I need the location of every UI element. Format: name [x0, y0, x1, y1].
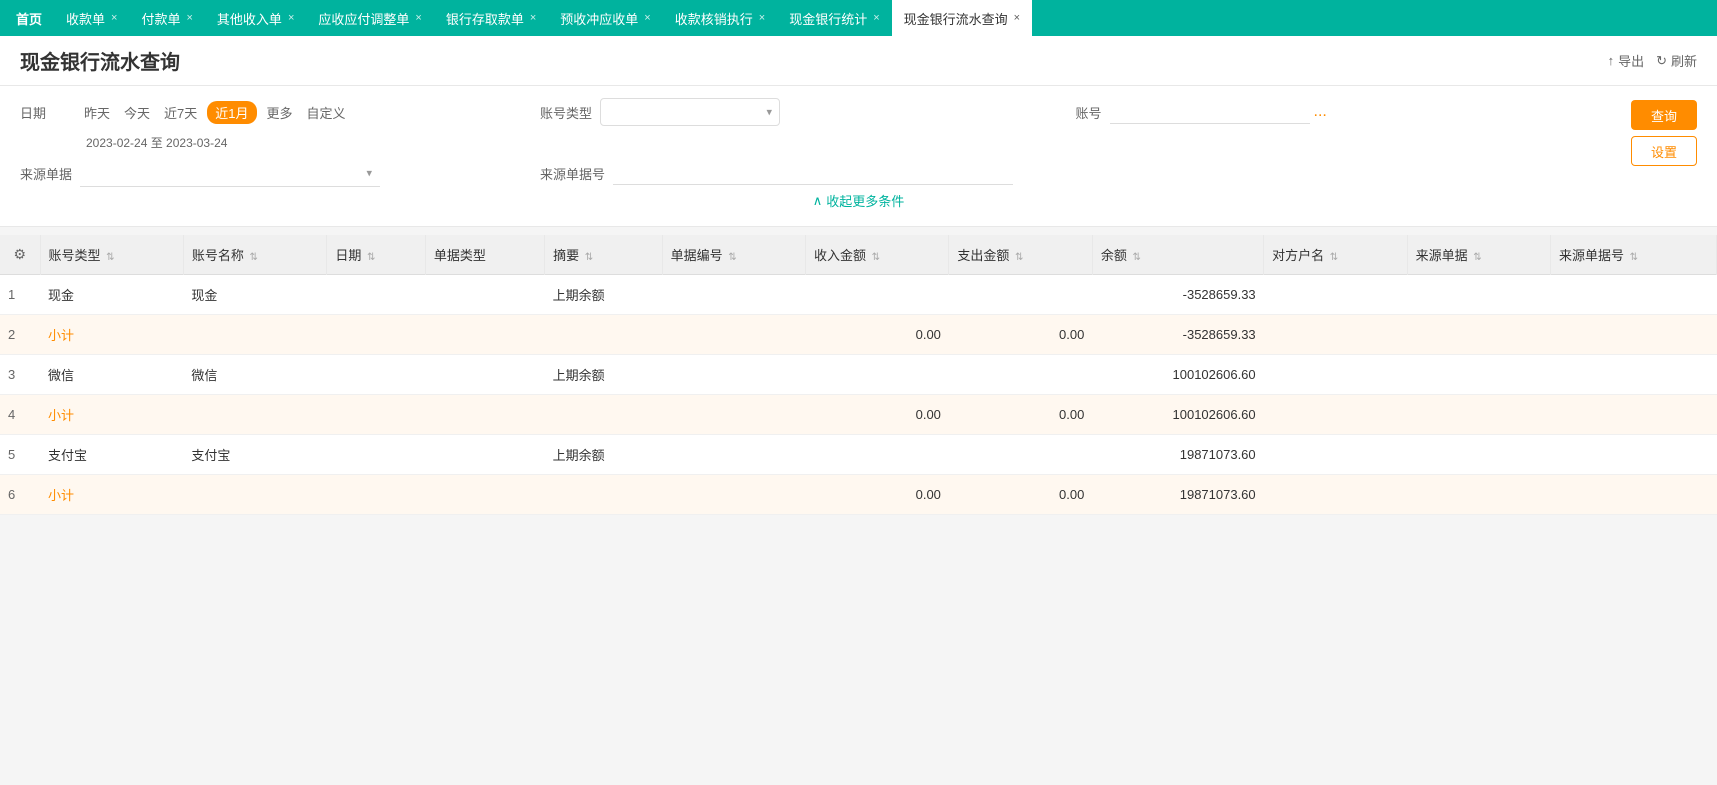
- sort-icon: ⇅: [106, 252, 114, 263]
- date-options: 昨天 今天 近7天 近1月 更多 自定义: [80, 101, 350, 124]
- sort-icon: ⇅: [250, 252, 258, 263]
- refresh-button[interactable]: ↻ 刷新: [1656, 51, 1697, 70]
- gear-icon[interactable]: ⚙: [13, 246, 26, 262]
- source-doc-label: 来源单据: [20, 164, 80, 183]
- sort-icon: ⇅: [585, 252, 593, 263]
- table-row[interactable]: 6小计0.000.0019871073.60: [0, 475, 1717, 515]
- nav-tab-qitashouru[interactable]: 其他收入单 ×: [205, 0, 306, 36]
- close-icon[interactable]: ×: [644, 12, 650, 24]
- table-row[interactable]: 2小计0.000.00-3528659.33: [0, 315, 1717, 355]
- sort-icon: ⇅: [1473, 252, 1481, 263]
- col-counterparty[interactable]: 对方户名 ⇅: [1264, 235, 1407, 275]
- col-expense[interactable]: 支出金额 ⇅: [949, 235, 1092, 275]
- col-income[interactable]: 收入金额 ⇅: [806, 235, 949, 275]
- nav-tab-xianjinyinhangtongjii[interactable]: 现金银行统计 ×: [777, 0, 891, 36]
- date-btn-today[interactable]: 今天: [120, 101, 154, 124]
- export-button[interactable]: ↑ 导出: [1608, 51, 1645, 70]
- nav-tab-yinhangcunkuan[interactable]: 银行存取款单 ×: [434, 0, 548, 36]
- nav-tab-shoukuanhexiao[interactable]: 收款核销执行 ×: [663, 0, 777, 36]
- nav-tab-xianjinliushui[interactable]: 现金银行流水查询 ×: [892, 0, 1032, 36]
- col-summary[interactable]: 摘要 ⇅: [545, 235, 663, 275]
- account-type-label: 账号类型: [540, 103, 592, 122]
- close-icon[interactable]: ×: [530, 12, 536, 24]
- collapse-icon: ∧: [813, 193, 823, 209]
- close-icon[interactable]: ×: [111, 12, 117, 24]
- sort-icon: ⇅: [872, 252, 880, 263]
- nav-tab-shoukuandan[interactable]: 收款单 ×: [54, 0, 129, 36]
- date-btn-more[interactable]: 更多: [263, 101, 297, 124]
- date-label: 日期: [20, 103, 80, 122]
- nav-home[interactable]: 首页: [4, 0, 54, 36]
- col-balance[interactable]: 余额 ⇅: [1092, 235, 1263, 275]
- table-row[interactable]: 3微信微信上期余额100102606.60: [0, 355, 1717, 395]
- nav-tab-yingshouyingfu[interactable]: 应收应付调整单 ×: [306, 0, 433, 36]
- table-row[interactable]: 4小计0.000.00100102606.60: [0, 395, 1717, 435]
- date-btn-custom[interactable]: 自定义: [303, 101, 350, 124]
- nav-tab-yushouzhongyingshuo[interactable]: 预收冲应收单 ×: [548, 0, 662, 36]
- date-btn-yesterday[interactable]: 昨天: [80, 101, 114, 124]
- col-doc-type[interactable]: 单据类型: [425, 235, 544, 275]
- page-header: 现金银行流水查询 ↑ 导出 ↻ 刷新: [0, 36, 1717, 86]
- settings-button[interactable]: 设置: [1631, 136, 1697, 166]
- table-row[interactable]: 1现金现金上期余额-3528659.33: [0, 275, 1717, 315]
- table-container: ⚙ 账号类型 ⇅ 账号名称 ⇅ 日期 ⇅ 单据类型 摘要 ⇅ 单据编号 ⇅ 收入…: [0, 235, 1717, 515]
- data-table: ⚙ 账号类型 ⇅ 账号名称 ⇅ 日期 ⇅ 单据类型 摘要 ⇅ 单据编号 ⇅ 收入…: [0, 235, 1717, 515]
- query-button[interactable]: 查询: [1631, 100, 1697, 130]
- col-date[interactable]: 日期 ⇅: [327, 235, 426, 275]
- date-range-display: 2023-02-24 至 2023-03-24: [86, 136, 227, 150]
- page-title: 现金银行流水查询: [20, 46, 180, 75]
- source-doc-select-wrap: [80, 159, 380, 187]
- source-doc-select[interactable]: [80, 159, 380, 187]
- close-icon[interactable]: ×: [288, 12, 294, 24]
- export-icon: ↑: [1608, 53, 1615, 68]
- sort-icon: ⇅: [1330, 252, 1338, 263]
- table-header-row: ⚙ 账号类型 ⇅ 账号名称 ⇅ 日期 ⇅ 单据类型 摘要 ⇅ 单据编号 ⇅ 收入…: [0, 235, 1717, 275]
- sort-icon: ⇅: [728, 252, 736, 263]
- col-account-name[interactable]: 账号名称 ⇅: [183, 235, 326, 275]
- col-source-doc[interactable]: 来源单据 ⇅: [1407, 235, 1550, 275]
- source-doc-no-input[interactable]: [613, 161, 1013, 185]
- close-icon[interactable]: ×: [759, 12, 765, 24]
- account-dots-button[interactable]: ...: [1314, 103, 1327, 121]
- refresh-icon: ↻: [1656, 53, 1667, 69]
- close-icon[interactable]: ×: [415, 12, 421, 24]
- account-input[interactable]: [1110, 100, 1310, 124]
- col-doc-no[interactable]: 单据编号 ⇅: [662, 235, 805, 275]
- top-nav: 首页 收款单 × 付款单 × 其他收入单 × 应收应付调整单 × 银行存取款单 …: [0, 0, 1717, 36]
- table-settings-col[interactable]: ⚙: [0, 235, 40, 275]
- sort-icon: ⇅: [1630, 252, 1638, 263]
- sort-icon: ⇅: [1015, 252, 1023, 263]
- account-label: 账号: [1076, 103, 1102, 122]
- col-source-doc-no[interactable]: 来源单据号 ⇅: [1551, 235, 1717, 275]
- nav-tab-fukuandan[interactable]: 付款单 ×: [129, 0, 204, 36]
- collapse-bar[interactable]: ∧ 收起更多条件: [20, 187, 1697, 214]
- close-icon[interactable]: ×: [873, 12, 879, 24]
- date-btn-1month[interactable]: 近1月: [207, 101, 256, 124]
- close-icon[interactable]: ×: [186, 12, 192, 24]
- col-account-type[interactable]: 账号类型 ⇅: [40, 235, 183, 275]
- close-icon[interactable]: ×: [1014, 12, 1020, 24]
- sort-icon: ⇅: [1132, 252, 1140, 263]
- filter-area: 日期 昨天 今天 近7天 近1月 更多 自定义 账号类型: [0, 86, 1717, 227]
- sort-icon: ⇅: [367, 252, 375, 263]
- header-actions: ↑ 导出 ↻ 刷新: [1608, 51, 1697, 70]
- table-body: 1现金现金上期余额-3528659.332小计0.000.00-3528659.…: [0, 275, 1717, 515]
- account-type-select[interactable]: [600, 98, 780, 126]
- table-row[interactable]: 5支付宝支付宝上期余额19871073.60: [0, 435, 1717, 475]
- account-type-select-wrap: [600, 98, 780, 126]
- source-doc-no-label: 来源单据号: [540, 164, 605, 183]
- date-btn-7days[interactable]: 近7天: [160, 101, 201, 124]
